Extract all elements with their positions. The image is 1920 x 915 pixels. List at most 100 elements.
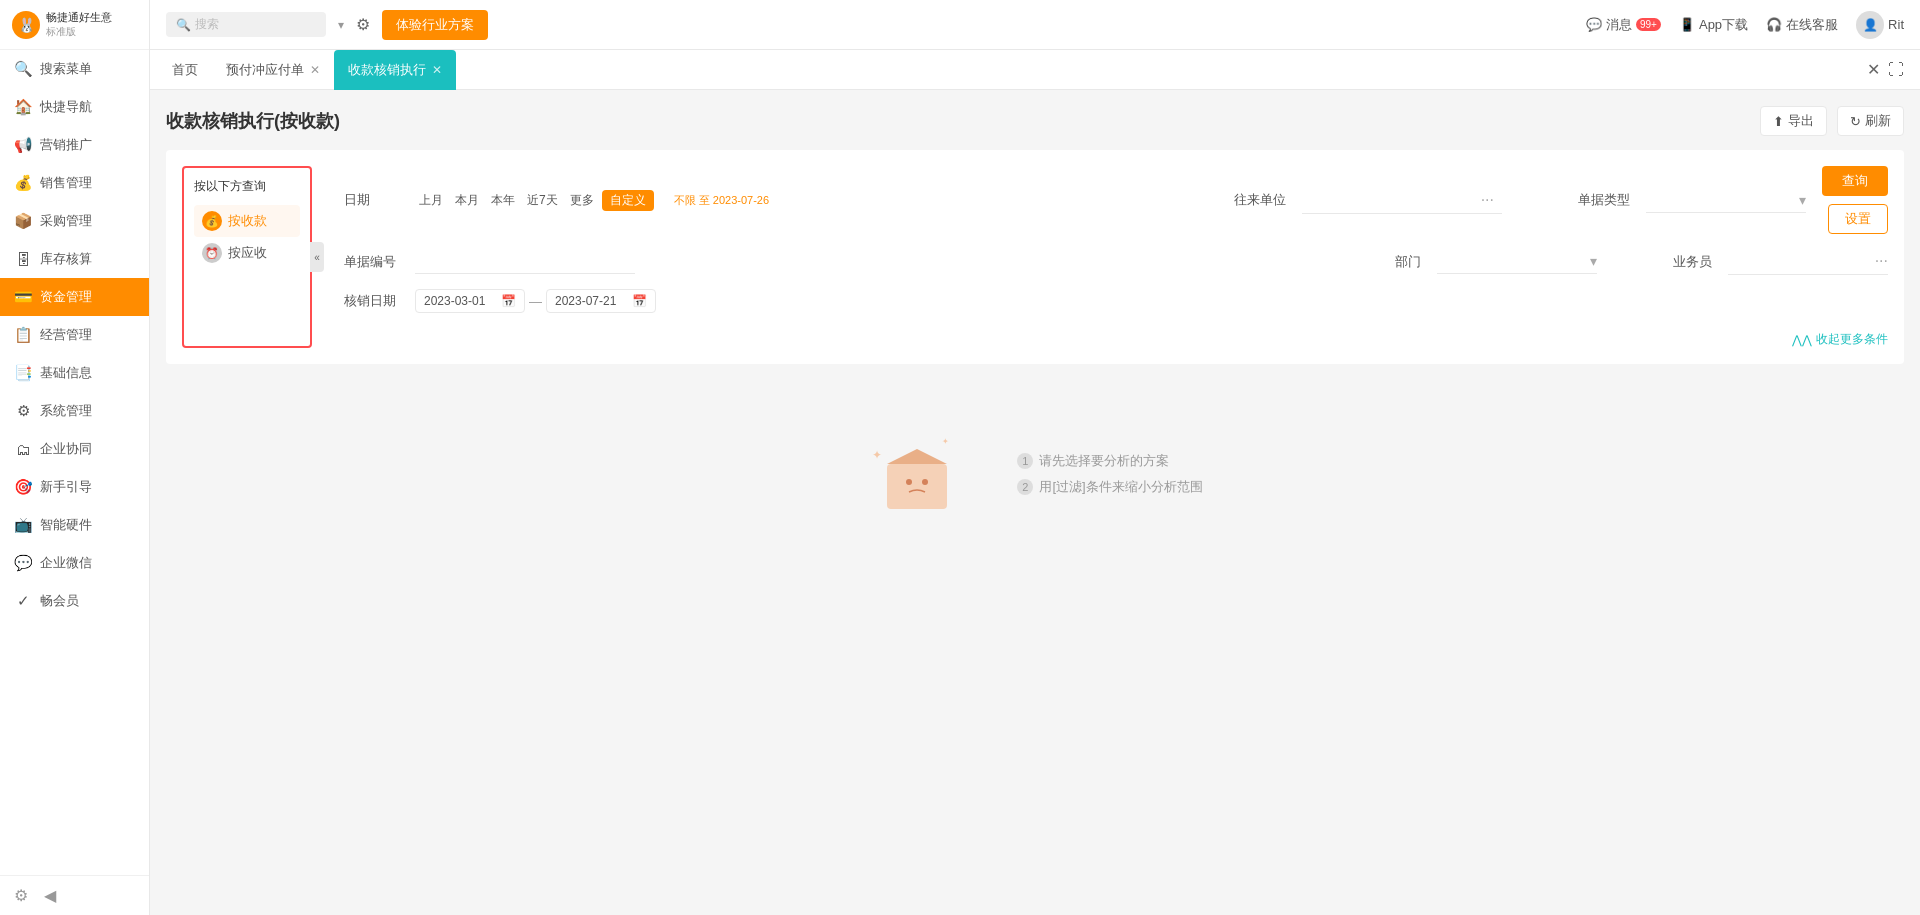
sidebar-item-member[interactable]: ✓ 畅会员 bbox=[0, 582, 149, 620]
sidebar-item-system[interactable]: ⚙ 系统管理 bbox=[0, 392, 149, 430]
filter-right-panel: 日期 上月 本月 本年 近7天 更多 自定义 不限 至 2023-07-26 往… bbox=[324, 166, 1888, 348]
topbar-search[interactable]: 🔍 搜索 bbox=[166, 12, 326, 37]
sidebar-item-inventory[interactable]: 🗄 库存核算 bbox=[0, 240, 149, 278]
settings-bottom-icon[interactable]: ⚙ bbox=[14, 886, 28, 905]
online-service-item[interactable]: 🎧 在线客服 bbox=[1766, 16, 1838, 34]
topbar-right: 💬 消息 99+ 📱 App下载 🎧 在线客服 👤 Rit bbox=[1586, 11, 1904, 39]
close-all-tabs-icon[interactable]: ✕ bbox=[1867, 60, 1880, 79]
empty-hint-1: 1 请先选择要分析的方案 bbox=[1017, 452, 1202, 470]
left-collapse-icon: « bbox=[314, 252, 320, 263]
sidebar-item-hardware[interactable]: 📺 智能硬件 bbox=[0, 506, 149, 544]
collapse-sidebar-icon[interactable]: ◀ bbox=[44, 886, 56, 905]
solution-button[interactable]: 体验行业方案 bbox=[382, 10, 488, 40]
sidebar-item-guide[interactable]: 🎯 新手引导 bbox=[0, 468, 149, 506]
message-label: 消息 bbox=[1606, 16, 1632, 34]
app-download-icon: 📱 bbox=[1679, 17, 1695, 32]
tab-home[interactable]: 首页 bbox=[158, 50, 212, 90]
partner-input[interactable]: ··· bbox=[1302, 187, 1502, 214]
date-btn-more[interactable]: 更多 bbox=[566, 190, 598, 211]
svg-point-2 bbox=[906, 479, 912, 485]
date-quick-options: 上月 本月 本年 近7天 更多 自定义 bbox=[415, 190, 654, 211]
hardware-icon: 📺 bbox=[14, 516, 32, 534]
message-item[interactable]: 💬 消息 99+ bbox=[1586, 16, 1661, 34]
wechat-icon: 💬 bbox=[14, 554, 32, 572]
date-btn-this-month[interactable]: 本月 bbox=[451, 190, 483, 211]
close-tab-prepay[interactable]: ✕ bbox=[310, 63, 320, 77]
topbar-chevron-icon[interactable]: ▾ bbox=[338, 18, 344, 32]
expand-icon[interactable]: ⛶ bbox=[1888, 61, 1904, 79]
sidebar: 🐰 畅捷通好生意 标准版 🔍 搜索菜单 🏠 快捷导航 📢 营销推广 💰 销售管理… bbox=[0, 0, 150, 915]
app-download-item[interactable]: 📱 App下载 bbox=[1679, 16, 1748, 34]
main-area: 🔍 搜索 ▾ ⚙ 体验行业方案 💬 消息 99+ 📱 App下载 🎧 在线客服 … bbox=[150, 0, 1920, 915]
page-header-actions: ⬆ 导出 ↻ 刷新 bbox=[1760, 106, 1904, 136]
verify-date-range: 2023-03-01 📅 — 2023-07-21 📅 bbox=[415, 289, 656, 313]
date-range-separator: — bbox=[529, 294, 542, 309]
date-unlimited-label: 不限 至 2023-07-26 bbox=[674, 193, 769, 208]
guide-icon: 🎯 bbox=[14, 478, 32, 496]
username-label: Rit bbox=[1888, 17, 1904, 32]
verify-date-end-input[interactable]: 2023-07-21 📅 bbox=[546, 289, 656, 313]
filter-option-by-receipt[interactable]: 💰 按收款 bbox=[194, 205, 300, 237]
home-icon: 🏠 bbox=[14, 98, 32, 116]
doc-no-input[interactable] bbox=[415, 250, 635, 274]
basic-info-icon: 📑 bbox=[14, 364, 32, 382]
filter-actions: 查询 设置 bbox=[1822, 166, 1888, 234]
doc-no-label: 单据编号 bbox=[344, 253, 399, 271]
export-icon: ⬆ bbox=[1773, 114, 1784, 129]
query-button[interactable]: 查询 bbox=[1822, 166, 1888, 196]
svg-rect-0 bbox=[887, 464, 947, 509]
verify-date-start-input[interactable]: 2023-03-01 📅 bbox=[415, 289, 525, 313]
partner-label: 往来单位 bbox=[1234, 191, 1286, 209]
avatar: 👤 bbox=[1856, 11, 1884, 39]
refresh-button[interactable]: ↻ 刷新 bbox=[1837, 106, 1904, 136]
system-icon: ⚙ bbox=[14, 402, 32, 420]
empty-hint-2: 2 用[过滤]条件来缩小分析范围 bbox=[1017, 478, 1202, 496]
logo-icon: 🐰 bbox=[12, 11, 40, 39]
dept-select[interactable]: ▾ bbox=[1437, 249, 1597, 274]
topbar-search-icon: 🔍 bbox=[176, 18, 191, 32]
close-tab-receivable[interactable]: ✕ bbox=[432, 63, 442, 77]
date-btn-7days[interactable]: 近7天 bbox=[523, 190, 562, 211]
left-panel-collapse-btn[interactable]: « bbox=[310, 242, 324, 272]
sidebar-item-sales[interactable]: 💰 销售管理 bbox=[0, 164, 149, 202]
export-button[interactable]: ⬆ 导出 bbox=[1760, 106, 1827, 136]
sidebar-item-operation[interactable]: 📋 经营管理 bbox=[0, 316, 149, 354]
marketing-icon: 📢 bbox=[14, 136, 32, 154]
sidebar-item-wechat[interactable]: 💬 企业微信 bbox=[0, 544, 149, 582]
sidebar-logo: 🐰 畅捷通好生意 标准版 bbox=[0, 0, 149, 50]
empty-state: ✦ ✦ 1 请先选择要分析的方案 2 用[过滤]条件来缩小分析范围 bbox=[166, 364, 1904, 584]
sidebar-item-quick-nav[interactable]: 🏠 快捷导航 bbox=[0, 88, 149, 126]
filter-option-by-receivable[interactable]: ⏰ 按应收 bbox=[194, 237, 300, 269]
sidebar-item-cooperation[interactable]: 🗂 企业协同 bbox=[0, 430, 149, 468]
filter-row-3: 核销日期 2023-03-01 📅 — 2023-07-21 📅 bbox=[344, 289, 1888, 313]
collapse-more-btn[interactable]: ⋀⋀ 收起更多条件 bbox=[1792, 331, 1888, 348]
doc-type-select[interactable]: ▾ bbox=[1646, 188, 1806, 213]
date-btn-last-month[interactable]: 上月 bbox=[415, 190, 447, 211]
user-profile[interactable]: 👤 Rit bbox=[1856, 11, 1904, 39]
inventory-icon: 🗄 bbox=[14, 250, 32, 268]
topbar: 🔍 搜索 ▾ ⚙ 体验行业方案 💬 消息 99+ 📱 App下载 🎧 在线客服 … bbox=[150, 0, 1920, 50]
topbar-gear-icon[interactable]: ⚙ bbox=[356, 15, 370, 34]
staff-select[interactable]: ··· bbox=[1728, 248, 1888, 275]
message-icon: 💬 bbox=[1586, 17, 1602, 32]
date-label: 日期 bbox=[344, 191, 399, 209]
sidebar-item-search[interactable]: 🔍 搜索菜单 bbox=[0, 50, 149, 88]
sidebar-item-purchase[interactable]: 📦 采购管理 bbox=[0, 202, 149, 240]
purchase-icon: 📦 bbox=[14, 212, 32, 230]
empty-illustration: ✦ ✦ bbox=[867, 424, 967, 524]
sidebar-item-basic-info[interactable]: 📑 基础信息 bbox=[0, 354, 149, 392]
empty-text-group: 1 请先选择要分析的方案 2 用[过滤]条件来缩小分析范围 bbox=[1017, 452, 1202, 496]
date-btn-this-year[interactable]: 本年 bbox=[487, 190, 519, 211]
settings-button[interactable]: 设置 bbox=[1828, 204, 1888, 234]
sidebar-item-marketing[interactable]: 📢 营销推广 bbox=[0, 126, 149, 164]
tabbar: 首页 预付冲应付单 ✕ 收款核销执行 ✕ ✕ ⛶ bbox=[150, 50, 1920, 90]
online-service-label: 在线客服 bbox=[1786, 16, 1838, 34]
date-btn-custom[interactable]: 自定义 bbox=[602, 190, 654, 211]
sales-icon: 💰 bbox=[14, 174, 32, 192]
sidebar-item-capital[interactable]: 💳 资金管理 bbox=[0, 278, 149, 316]
app-download-label: App下载 bbox=[1699, 16, 1748, 34]
partner-more-icon[interactable]: ··· bbox=[1481, 191, 1494, 209]
filter-panel-title: 按以下方查询 bbox=[194, 178, 300, 195]
tab-prepay[interactable]: 预付冲应付单 ✕ bbox=[212, 50, 334, 90]
tab-receivable-cancel[interactable]: 收款核销执行 ✕ bbox=[334, 50, 456, 90]
